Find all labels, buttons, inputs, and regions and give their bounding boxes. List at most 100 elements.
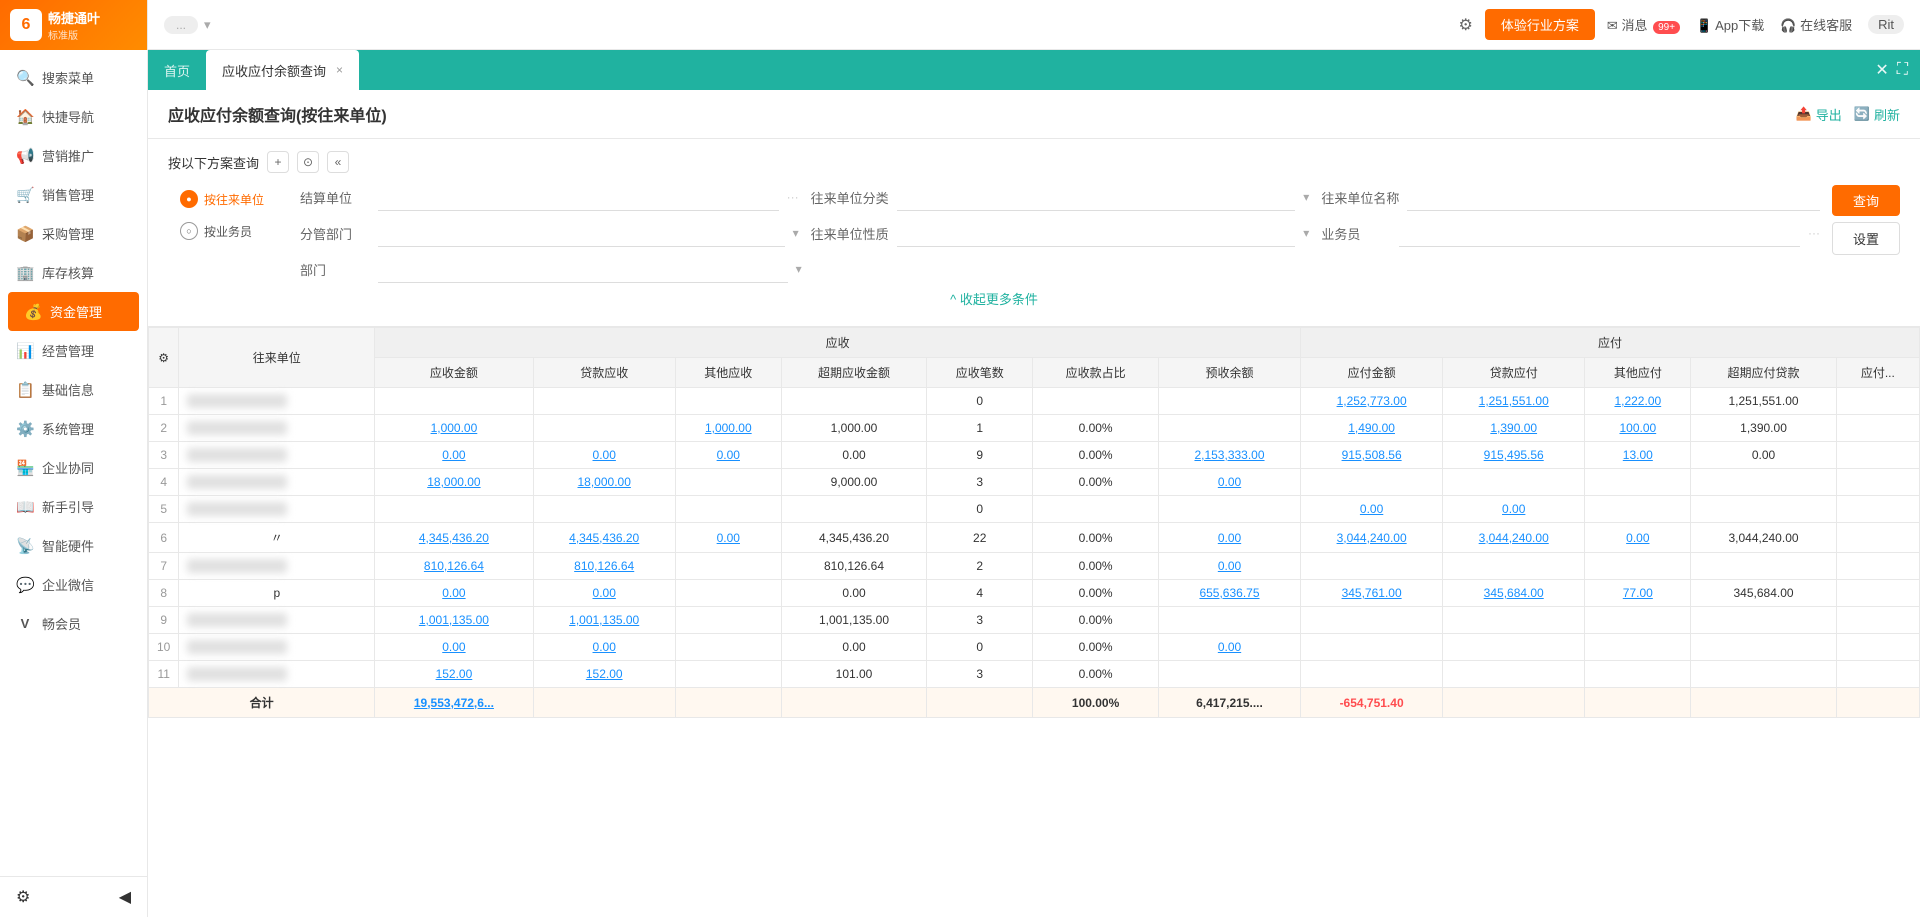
collapse-icon[interactable]: ◀ <box>119 887 131 907</box>
cell-link[interactable]: 0.00 <box>675 442 781 469</box>
cell-link[interactable]: 1,001,135.00 <box>375 607 533 634</box>
target-filter-btn[interactable]: ⊙ <box>297 151 319 173</box>
cell-link[interactable]: 18,000.00 <box>533 469 675 496</box>
table-settings-icon[interactable]: ⚙ <box>158 351 169 365</box>
online-service-btn[interactable]: 🎧 在线客服 <box>1780 15 1852 34</box>
cell-link[interactable]: 0.00 <box>533 634 675 661</box>
cell-link[interactable]: 4,345,436.20 <box>375 523 533 553</box>
cell-link[interactable]: 0.00 <box>1158 553 1300 580</box>
cell-link[interactable]: 1,252,773.00 <box>1301 388 1443 415</box>
tab-arquery[interactable]: 应收应付余额查询 × <box>206 50 359 90</box>
sidebar-item-search[interactable]: 🔍 搜索菜单 <box>0 58 147 97</box>
cell-link[interactable]: 810,126.64 <box>533 553 675 580</box>
cell-link[interactable]: 345,684.00 <box>1443 580 1585 607</box>
cell-link[interactable]: 1,251,551.00 <box>1443 388 1585 415</box>
refresh-btn[interactable]: 🔄 刷新 <box>1854 105 1900 124</box>
filter-by-partner[interactable]: ● 按往来单位 <box>168 183 288 215</box>
cell-link[interactable]: 0.00 <box>375 634 533 661</box>
cell-link[interactable]: 2,153,333.00 <box>1158 442 1300 469</box>
chevron-down-icon[interactable]: ▾ <box>204 17 211 33</box>
header-settings-icon[interactable]: ⚙ <box>1459 15 1473 35</box>
filter-by-salesperson[interactable]: ○ 按业务员 <box>168 215 288 247</box>
overdue-ar-header: 超期应收金额 <box>781 358 926 388</box>
tab-home[interactable]: 首页 <box>148 50 206 90</box>
sidebar-item-inventory[interactable]: 🏢 库存核算 <box>0 253 147 292</box>
tab-close-icon[interactable]: × <box>336 63 343 77</box>
sidebar-item-corp[interactable]: 🏪 企业协同 <box>0 448 147 487</box>
cell-link[interactable]: 0.00 <box>533 580 675 607</box>
cell-link[interactable]: 4,345,436.20 <box>533 523 675 553</box>
cell-link[interactable]: 0.00 <box>1158 523 1300 553</box>
message-btn[interactable]: ✉ 消息 99+ <box>1607 15 1680 34</box>
sidebar-item-finance[interactable]: 💰 资金管理 <box>8 292 139 331</box>
sidebar-item-guide[interactable]: 📖 新手引导 <box>0 487 147 526</box>
collapse-more-btn[interactable]: ^ 收起更多条件 <box>950 289 1038 308</box>
cell-link[interactable]: 13.00 <box>1585 442 1691 469</box>
cell-link[interactable]: 915,508.56 <box>1301 442 1443 469</box>
app-download-btn[interactable]: 📱 App下载 <box>1696 15 1764 34</box>
cell-link[interactable]: 0.00 <box>1158 634 1300 661</box>
cell-link[interactable]: 1,000.00 <box>375 415 533 442</box>
user-name[interactable]: Rit <box>1868 15 1904 34</box>
sidebar-item-quicknav[interactable]: 🏠 快捷导航 <box>0 97 147 136</box>
cell-link[interactable]: 152.00 <box>533 661 675 688</box>
trial-btn[interactable]: 体验行业方案 <box>1485 9 1595 40</box>
cell-link[interactable]: 1,390.00 <box>1443 415 1585 442</box>
cell-link[interactable]: 1,000.00 <box>675 415 781 442</box>
cell-link[interactable]: 18,000.00 <box>375 469 533 496</box>
cell-link[interactable]: 0.00 <box>675 523 781 553</box>
sidebar-item-purchase[interactable]: 📦 采购管理 <box>0 214 147 253</box>
cell-link[interactable]: 77.00 <box>1585 580 1691 607</box>
tab-fullscreen-btn[interactable]: ⛶ <box>1897 61 1908 79</box>
add-filter-btn[interactable]: + <box>267 151 289 173</box>
header-breadcrumb: ... ▾ <box>164 16 1447 34</box>
cell-link[interactable]: 0.00 <box>1301 496 1443 523</box>
cell-link[interactable]: 3,044,240.00 <box>1301 523 1443 553</box>
dept-select[interactable] <box>378 219 785 247</box>
salesperson-dots-btn[interactable]: ··· <box>1808 226 1820 240</box>
settlement-unit-input[interactable] <box>378 183 779 211</box>
salesperson-input[interactable] <box>1399 219 1800 247</box>
cell-link[interactable]: 0.00 <box>1158 469 1300 496</box>
settings-col-header[interactable]: ⚙ <box>149 328 179 388</box>
tab-close-btn[interactable]: ✕ <box>1875 60 1888 80</box>
sidebar-item-marketing[interactable]: 📢 营销推广 <box>0 136 147 175</box>
sidebar-item-wechat[interactable]: 💬 企业微信 <box>0 565 147 604</box>
cell-link[interactable]: 0.00 <box>375 442 533 469</box>
partner-nature-select[interactable] <box>897 219 1296 247</box>
cell-link[interactable]: 810,126.64 <box>375 553 533 580</box>
settings-filter-btn[interactable]: 设置 <box>1832 222 1900 255</box>
cell-link[interactable]: 0.00 <box>375 580 533 607</box>
cell-link[interactable]: 1,222.00 <box>1585 388 1691 415</box>
sidebar-item-basic[interactable]: 📋 基础信息 <box>0 370 147 409</box>
cell-empty <box>1691 496 1836 523</box>
other-ar-header: 其他应收 <box>675 358 781 388</box>
collapse-filter-btn[interactable]: « <box>327 151 349 173</box>
cell-link[interactable]: 152.00 <box>375 661 533 688</box>
footer-ar-total[interactable]: 19,553,472,6... <box>375 688 533 718</box>
cell-link[interactable]: 345,761.00 <box>1301 580 1443 607</box>
sidebar-item-member[interactable]: V 畅会员 <box>0 604 147 643</box>
cell-link[interactable]: 3,044,240.00 <box>1443 523 1585 553</box>
settings-bottom-icon[interactable]: ⚙ <box>16 887 30 907</box>
cell-link[interactable]: 655,636.75 <box>1158 580 1300 607</box>
sidebar-item-operation[interactable]: 📊 经营管理 <box>0 331 147 370</box>
cell-link[interactable]: 1,001,135.00 <box>533 607 675 634</box>
cell-empty <box>781 388 926 415</box>
filter-salesperson-label: 按业务员 <box>204 223 252 240</box>
sidebar-item-hardware[interactable]: 📡 智能硬件 <box>0 526 147 565</box>
query-btn[interactable]: 查询 <box>1832 185 1900 216</box>
cell-link[interactable]: 0.00 <box>533 442 675 469</box>
cell-link[interactable]: 0.00 <box>1443 496 1585 523</box>
cell-link[interactable]: 100.00 <box>1585 415 1691 442</box>
cell-link[interactable]: 0.00 <box>1585 523 1691 553</box>
sidebar-item-system[interactable]: ⚙️ 系统管理 <box>0 409 147 448</box>
partner-category-select[interactable] <box>897 183 1296 211</box>
cell-link[interactable]: 1,490.00 <box>1301 415 1443 442</box>
partner-name-input[interactable] <box>1407 183 1820 211</box>
cell-link[interactable]: 915,495.56 <box>1443 442 1585 469</box>
department-select[interactable] <box>378 255 788 283</box>
sidebar-item-sales[interactable]: 🛒 销售管理 <box>0 175 147 214</box>
settlement-dots-btn[interactable]: ··· <box>787 190 799 204</box>
export-btn[interactable]: 📤 导出 <box>1796 105 1842 124</box>
